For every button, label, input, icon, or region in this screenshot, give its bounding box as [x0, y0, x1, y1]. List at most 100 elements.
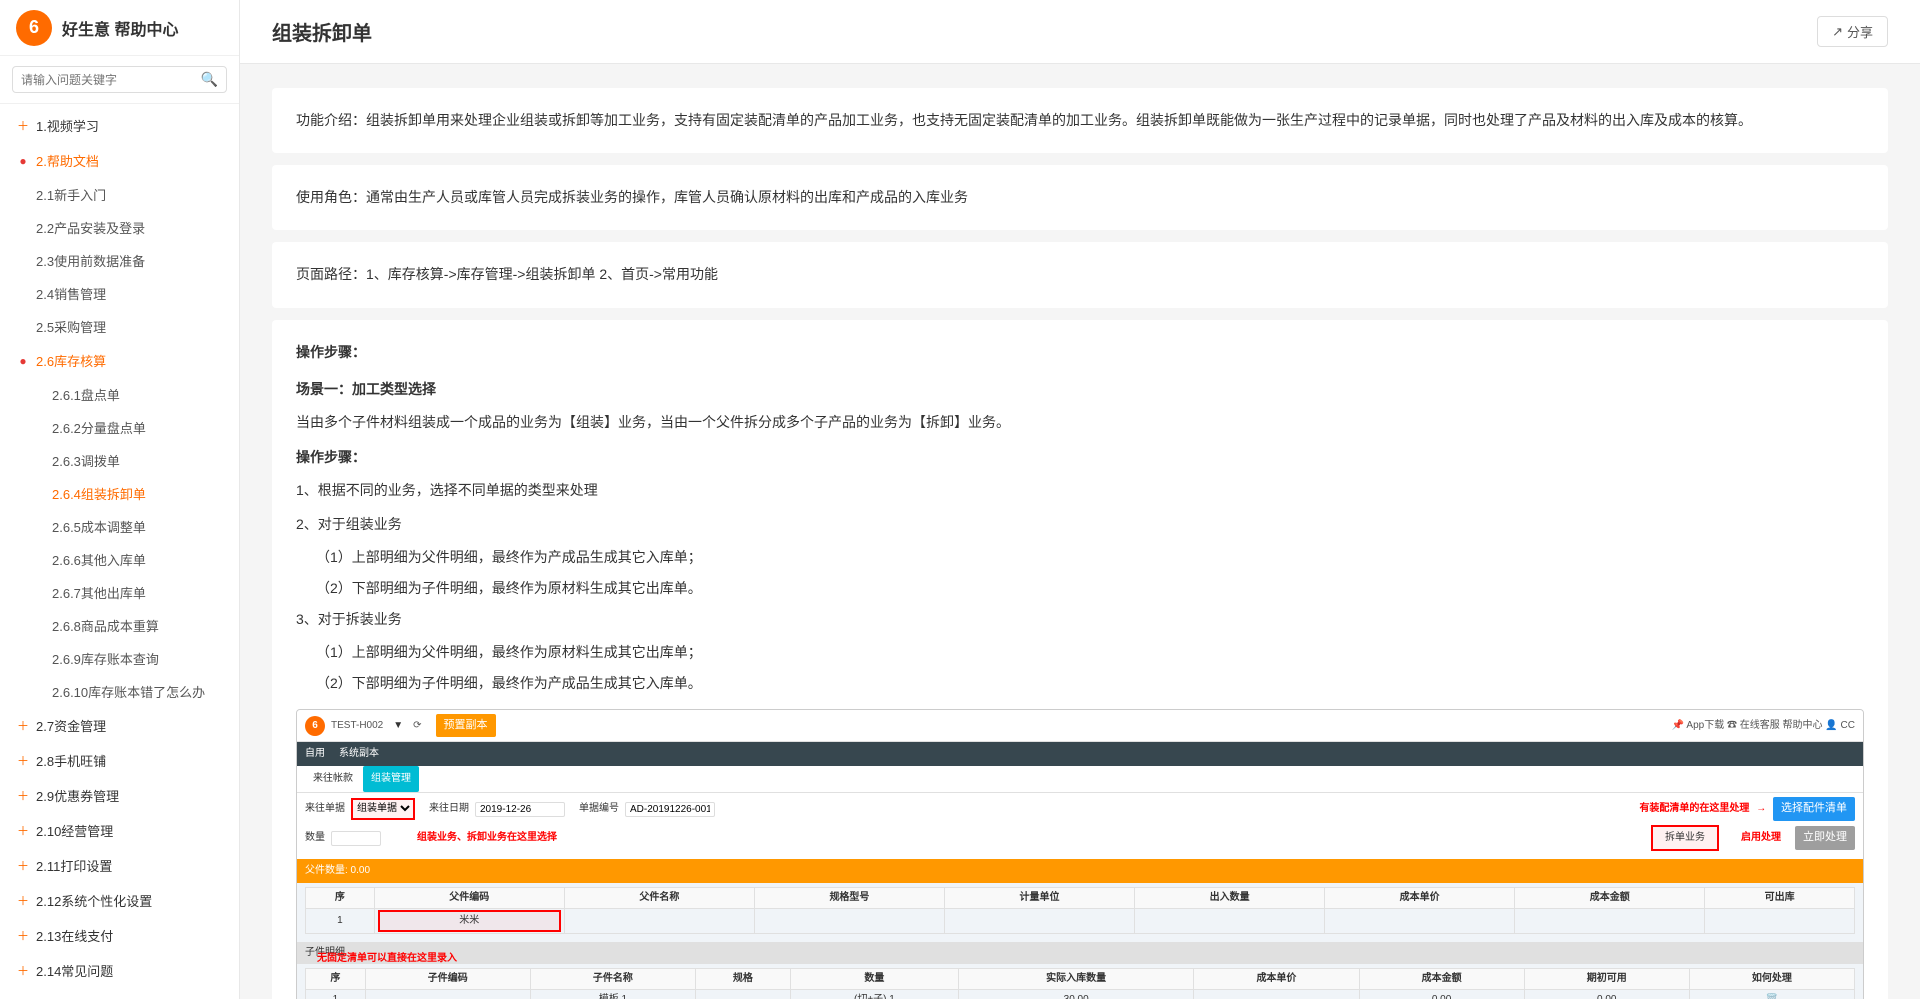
- tab-accounts[interactable]: 来往帐款: [305, 766, 361, 792]
- operations-header: 操作步骤：: [296, 340, 1864, 365]
- sub-table-header-row: 序 子件编码 子件名称 规格 数量 实际入库数量 成本单价 成本金额 期初可用: [306, 969, 1855, 990]
- plus-icon4: ＋: [16, 789, 30, 803]
- app-navbar: 自用 系统副本: [297, 742, 1863, 766]
- sidebar-item-cases[interactable]: ＋ 2.15操作案例: [0, 988, 239, 999]
- minus-icon2: ●: [16, 354, 30, 368]
- sidebar-item-ops[interactable]: ＋ 2.10经营管理: [0, 813, 239, 848]
- sidebar-item-label: 2.6库存核算: [36, 351, 106, 370]
- sidebar-header: 6 好生意 帮助中心: [0, 0, 239, 56]
- plus-icon7: ＋: [16, 894, 30, 908]
- sidebar-item-customize[interactable]: ＋ 2.12系统个性化设置: [0, 883, 239, 918]
- plus-icon3: ＋: [16, 754, 30, 768]
- parent-label: 父件数量: 0.00: [305, 865, 370, 876]
- sidebar-item-adjust[interactable]: 2.6.3调拨单: [0, 444, 239, 477]
- select-bom-btn[interactable]: 选择配件清单: [1773, 797, 1855, 821]
- parent-table-row-1: 1 米米: [306, 909, 1855, 934]
- nav-label-system: 系统副本: [339, 745, 379, 763]
- cell-name: [564, 909, 754, 934]
- sidebar-item-pay[interactable]: ＋ 2.13在线支付: [0, 918, 239, 953]
- scene1-title: 场景一：加工类型选择: [296, 377, 1864, 402]
- plus-icon: ＋: [16, 119, 30, 133]
- sidebar-item-cost-adjust[interactable]: 2.6.5成本调整单: [0, 510, 239, 543]
- search-input[interactable]: [21, 73, 201, 87]
- col-parent-code: 父件编码: [374, 888, 564, 909]
- share-button[interactable]: ↗ 分享: [1817, 16, 1888, 47]
- app-logo: 6: [305, 716, 325, 736]
- sidebar-item-install[interactable]: 2.2产品安装及登录: [0, 211, 239, 244]
- operations-card: 操作步骤： 场景一：加工类型选择 当由多个子件材料组装成一个成品的业务为【组装】…: [272, 320, 1888, 999]
- sub-table-area: 无固定清单可以直接在这里录入 序 子件编码 子件名称 规格 数量 实: [297, 968, 1863, 999]
- parent-table-area: 序 父件编码 父件名称 规格型号 计量单位 出入数量 成本单价 成本金额 可出库: [297, 887, 1863, 938]
- main-header: 组装拆卸单 ↗ 分享: [240, 0, 1920, 64]
- sub-section-label: 子件明细: [305, 947, 345, 958]
- search-wrap[interactable]: 🔍: [12, 66, 227, 93]
- share-icon: ↗: [1832, 24, 1843, 40]
- nav-label-home: 自用: [305, 745, 325, 763]
- app-preset-btn[interactable]: 预置副本: [436, 714, 496, 738]
- sidebar-item-prepare[interactable]: 2.3使用前数据准备: [0, 244, 239, 277]
- step1: 1、根据不同的业务，选择不同单据的类型来处理: [296, 478, 1864, 503]
- confirm-btn[interactable]: 立即处理: [1795, 826, 1855, 850]
- search-icon: 🔍: [201, 71, 218, 88]
- form-id-input[interactable]: [625, 802, 715, 817]
- form-row-radio: 数量 组装业务、拆卸业务在这里选择 拆单业务 启用处理: [305, 825, 1855, 851]
- app-tabs: 来往帐款 组装管理: [297, 766, 1863, 793]
- sidebar-item-stocktake[interactable]: 2.6.1盘点单: [0, 378, 239, 411]
- main-area: 组装拆卸单 ↗ 分享 功能介绍：组装拆卸单用来处理企业组装或拆卸等加工业务，支持…: [240, 0, 1920, 999]
- sidebar-item-new-user[interactable]: 2.1新手入门: [0, 178, 239, 211]
- sidebar-item-mobile[interactable]: ＋ 2.8手机旺铺: [0, 743, 239, 778]
- cell-price: [1325, 909, 1515, 934]
- sidebar-item-stock-check[interactable]: 2.6.9库存账本查询: [0, 642, 239, 675]
- sidebar-item-assembly[interactable]: 2.6.4组装拆卸单: [0, 477, 239, 510]
- business-type-select[interactable]: 拆单业务: [1651, 825, 1719, 851]
- col-parent-name: 父件名称: [564, 888, 754, 909]
- form-qty-input[interactable]: [331, 831, 381, 846]
- form-type-dropdown[interactable]: 组装单据 拆卸单据: [353, 802, 413, 815]
- step2-1: （1）上部明细为父件明细，最终作为产成品生成其它入库单；: [296, 545, 1864, 570]
- sidebar-item-cost-calc[interactable]: 2.6.8商品成本重算: [0, 609, 239, 642]
- sidebar-item-inventory[interactable]: ● 2.6库存核算: [0, 343, 239, 378]
- app-test-id: TEST-H002: [331, 717, 383, 735]
- sidebar-item-docs[interactable]: ● 2.帮助文档: [0, 143, 239, 178]
- cell-code: 米米: [374, 909, 564, 934]
- cell-seq: 1: [306, 909, 375, 934]
- sidebar-item-print[interactable]: ＋ 2.11打印设置: [0, 848, 239, 883]
- sidebar-item-partial[interactable]: 2.6.2分量盘点单: [0, 411, 239, 444]
- annotation3-area: 启用处理: [1741, 829, 1781, 847]
- step3: 3、对于拆装业务: [296, 607, 1864, 632]
- sidebar-item-finance[interactable]: ＋ 2.7资金管理: [0, 708, 239, 743]
- annotation1-area: 有装配清单的在这里处理 → 选择配件清单: [1639, 797, 1855, 821]
- sidebar-item-label: 1.视频学习: [36, 116, 99, 135]
- annotation3-text: 启用处理: [1741, 832, 1781, 843]
- form-date-input[interactable]: [475, 802, 565, 817]
- form-label-date: 来往日期: [429, 800, 469, 818]
- step3-1: （1）上部明细为父件明细，最终作为原材料生成其它出库单；: [296, 640, 1864, 665]
- business-type-label: 拆单业务: [1665, 832, 1705, 843]
- logo-text: 好生意 帮助中心: [62, 16, 178, 40]
- path-card: 页面路径：1、库存核算->库存管理->组装拆卸单 2、首页->常用功能: [272, 242, 1888, 307]
- search-box: 🔍: [0, 56, 239, 104]
- arrow-icon1: →: [1756, 803, 1766, 814]
- sidebar-item-video[interactable]: ＋ 1.视频学习: [0, 108, 239, 143]
- form-label-type: 来往单据: [305, 800, 345, 818]
- step2: 2、对于组装业务: [296, 512, 1864, 537]
- tab-assembly[interactable]: 组装管理: [363, 766, 419, 792]
- path-text: 页面路径：1、库存核算->库存管理->组装拆卸单 2、首页->常用功能: [296, 262, 1864, 287]
- sidebar-item-purchase[interactable]: 2.5采购管理: [0, 310, 239, 343]
- parent-section-header: 父件数量: 0.00: [297, 859, 1863, 883]
- cell-avail: [1705, 909, 1855, 934]
- sidebar-item-stock-error[interactable]: 2.6.10库存账本错了怎么办: [0, 675, 239, 708]
- sub-col-action: 如何处理: [1689, 969, 1854, 990]
- sidebar-item-other-out[interactable]: 2.6.7其他出库单: [0, 576, 239, 609]
- sidebar-item-other-in[interactable]: 2.6.6其他入库单: [0, 543, 239, 576]
- sub-row-1: 1模板 1(切+子) 130.000.000.00🗑️: [306, 990, 1855, 999]
- form-type-select[interactable]: 组装单据 拆卸单据: [351, 798, 415, 820]
- app-dropdown[interactable]: ▼: [393, 717, 403, 735]
- sidebar-item-faq[interactable]: ＋ 2.14常见问题: [0, 953, 239, 988]
- logo-icon: 6: [16, 10, 52, 46]
- intro-text: 功能介绍：组装拆卸单用来处理企业组装或拆卸等加工业务，支持有固定装配清单的产品加…: [296, 108, 1864, 133]
- nav-section: ＋ 1.视频学习 ● 2.帮助文档 2.1新手入门 2.2产品安装及登录 2.3…: [0, 104, 239, 999]
- sidebar-item-sales[interactable]: 2.4销售管理: [0, 277, 239, 310]
- plus-icon2: ＋: [16, 719, 30, 733]
- sidebar-item-coupon[interactable]: ＋ 2.9优惠券管理: [0, 778, 239, 813]
